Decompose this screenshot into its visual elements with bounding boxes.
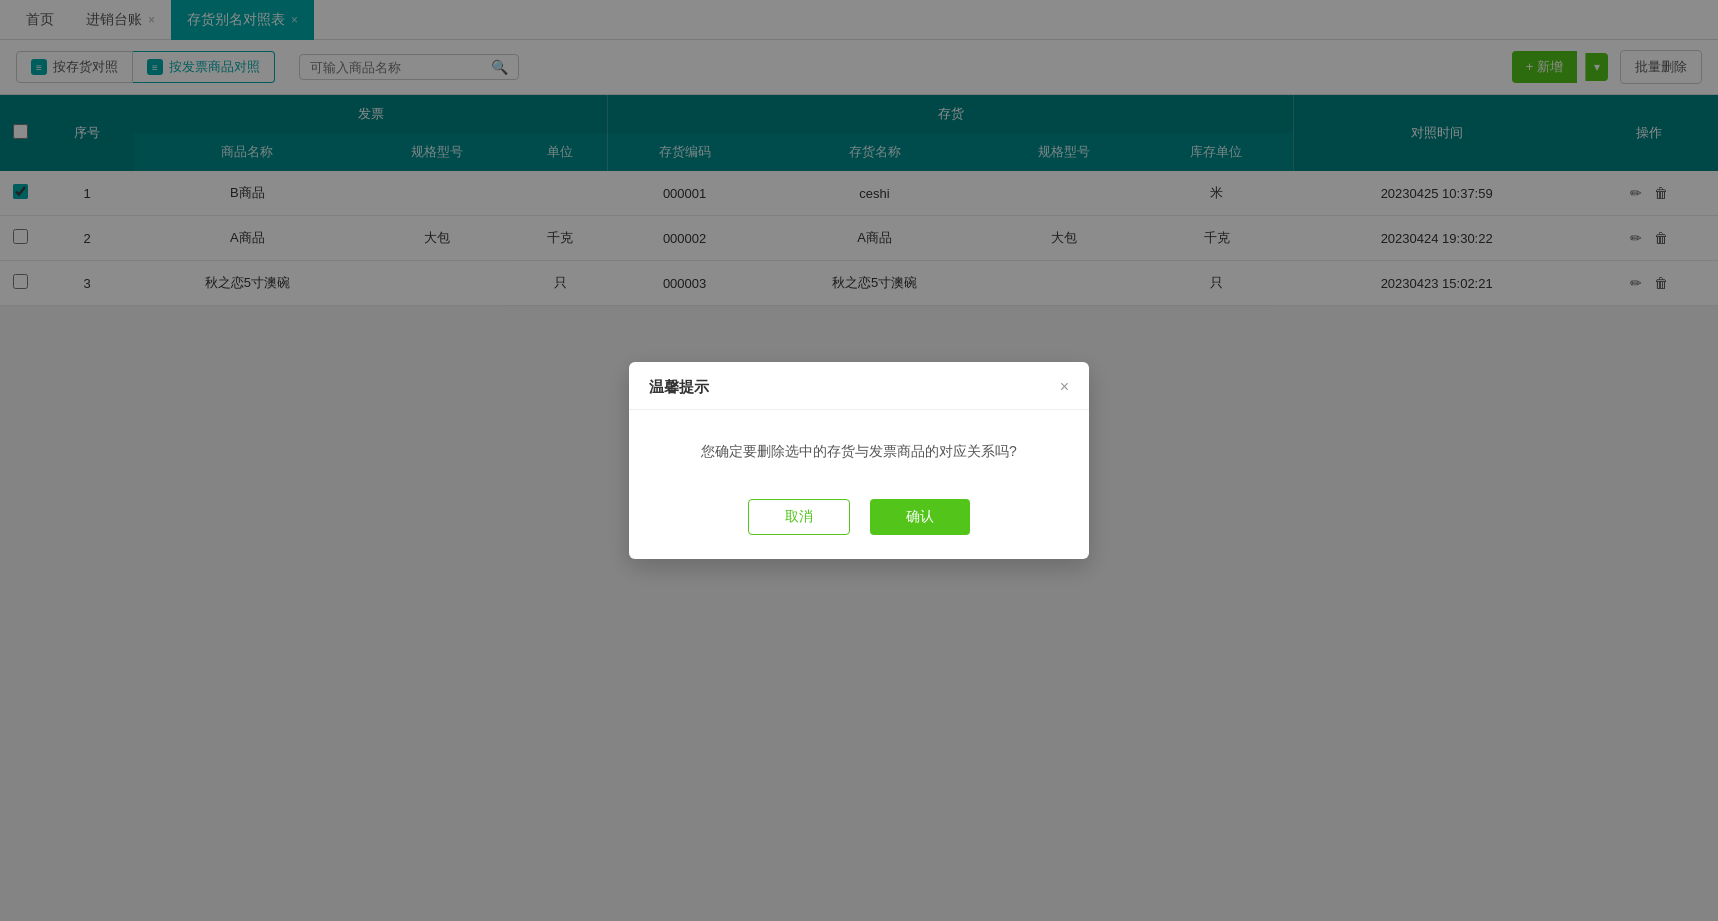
dialog-overlay: 温馨提示 × 您确定要删除选中的存货与发票商品的对应关系吗? 取消 确认 [0, 0, 1718, 306]
